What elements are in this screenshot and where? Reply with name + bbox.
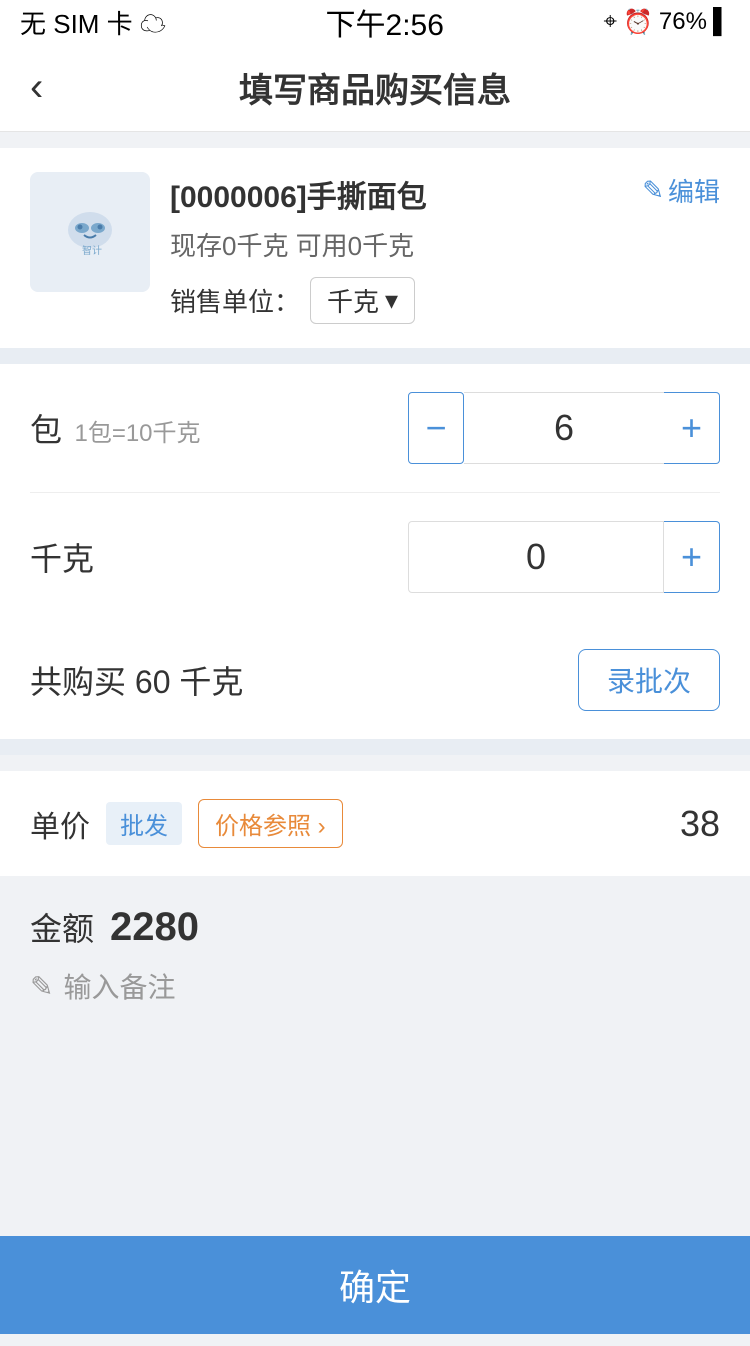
unit-value: 千克 — [327, 282, 379, 319]
amount-section: 金额 2280 ✎ 输入备注 — [0, 876, 750, 1026]
bao-hint: 1包=10千克 — [74, 420, 200, 447]
dropdown-icon: ▾ — [385, 285, 398, 316]
price-label: 单价 — [30, 802, 90, 846]
battery-text: 76% — [659, 8, 707, 36]
amount-value: 2280 — [110, 905, 199, 950]
alarm-icon: ⏰ — [623, 8, 653, 37]
kg-plus-button[interactable]: + — [664, 521, 720, 593]
product-name-row: [0000006]手撕面包 ✎ 编辑 — [170, 172, 720, 216]
page-title: 填写商品购买信息 — [239, 63, 511, 112]
bao-label: 包 — [30, 412, 62, 448]
batch-button[interactable]: 录批次 — [578, 649, 720, 711]
divider-1 — [0, 348, 750, 364]
product-info: [0000006]手撕面包 ✎ 编辑 现存0千克 可用0千克 销售单位： 千克 … — [170, 172, 720, 324]
bao-label-group: 包 1包=10千克 — [30, 405, 201, 451]
bao-qty-input[interactable] — [464, 392, 664, 464]
summary-text: 共购买 60 千克 — [30, 657, 243, 703]
amount-label: 金额 — [30, 904, 94, 950]
bao-qty-control: − + — [408, 392, 720, 464]
location-icon: ⌖ — [604, 8, 618, 36]
edit-link[interactable]: ✎ 编辑 — [642, 172, 720, 209]
status-right: ⌖ ⏰ 76% ▌ — [604, 8, 730, 37]
status-time: 下午2:56 — [326, 0, 444, 44]
remark-row[interactable]: ✎ 输入备注 — [30, 966, 720, 1026]
bao-minus-button[interactable]: − — [408, 392, 464, 464]
bao-row: 包 1包=10千克 − + — [30, 364, 720, 493]
divider-2 — [0, 739, 750, 755]
edit-label: 编辑 — [668, 172, 720, 209]
battery-icon: ▌ — [713, 8, 730, 36]
product-card: 智计 [0000006]手撕面包 ✎ 编辑 现存0千克 可用0千克 销售单位： … — [0, 148, 750, 348]
confirm-button[interactable]: 确定 — [0, 1236, 750, 1334]
remark-placeholder: 输入备注 — [63, 966, 175, 1006]
summary-row: 共购买 60 千克 录批次 — [0, 621, 750, 739]
bao-plus-button[interactable]: + — [664, 392, 720, 464]
product-stock: 现存0千克 可用0千克 — [170, 226, 720, 263]
product-image: 智计 — [30, 172, 150, 292]
nav-bar: ‹ 填写商品购买信息 — [0, 44, 750, 132]
status-left: 无 SIM 卡 ☁ — [20, 4, 166, 41]
back-button[interactable]: ‹ — [30, 65, 43, 110]
status-bar: 无 SIM 卡 ☁ 下午2:56 ⌖ ⏰ 76% ▌ — [0, 0, 750, 44]
kg-qty-control: + — [408, 521, 720, 593]
amount-row: 金额 2280 — [30, 904, 720, 950]
kg-label: 千克 — [30, 534, 94, 580]
unit-label: 销售单位： — [170, 282, 300, 319]
product-name: [0000006]手撕面包 — [170, 172, 427, 216]
product-logo-icon: 智计 — [60, 202, 120, 262]
price-tag: 批发 — [106, 802, 182, 845]
kg-row: 千克 + — [30, 493, 720, 621]
product-unit-row: 销售单位： 千克 ▾ — [170, 277, 720, 324]
svg-text:智计: 智计 — [82, 244, 102, 257]
price-value: 38 — [680, 803, 720, 845]
price-ref-button[interactable]: 价格参照 › — [198, 799, 343, 848]
kg-qty-input[interactable] — [408, 521, 664, 593]
remark-icon: ✎ — [30, 970, 53, 1003]
unit-select[interactable]: 千克 ▾ — [310, 277, 415, 324]
edit-icon: ✎ — [642, 175, 664, 206]
qty-section: 包 1包=10千克 − + 千克 + — [0, 364, 750, 621]
price-section: 单价 批发 价格参照 › 38 — [0, 771, 750, 876]
